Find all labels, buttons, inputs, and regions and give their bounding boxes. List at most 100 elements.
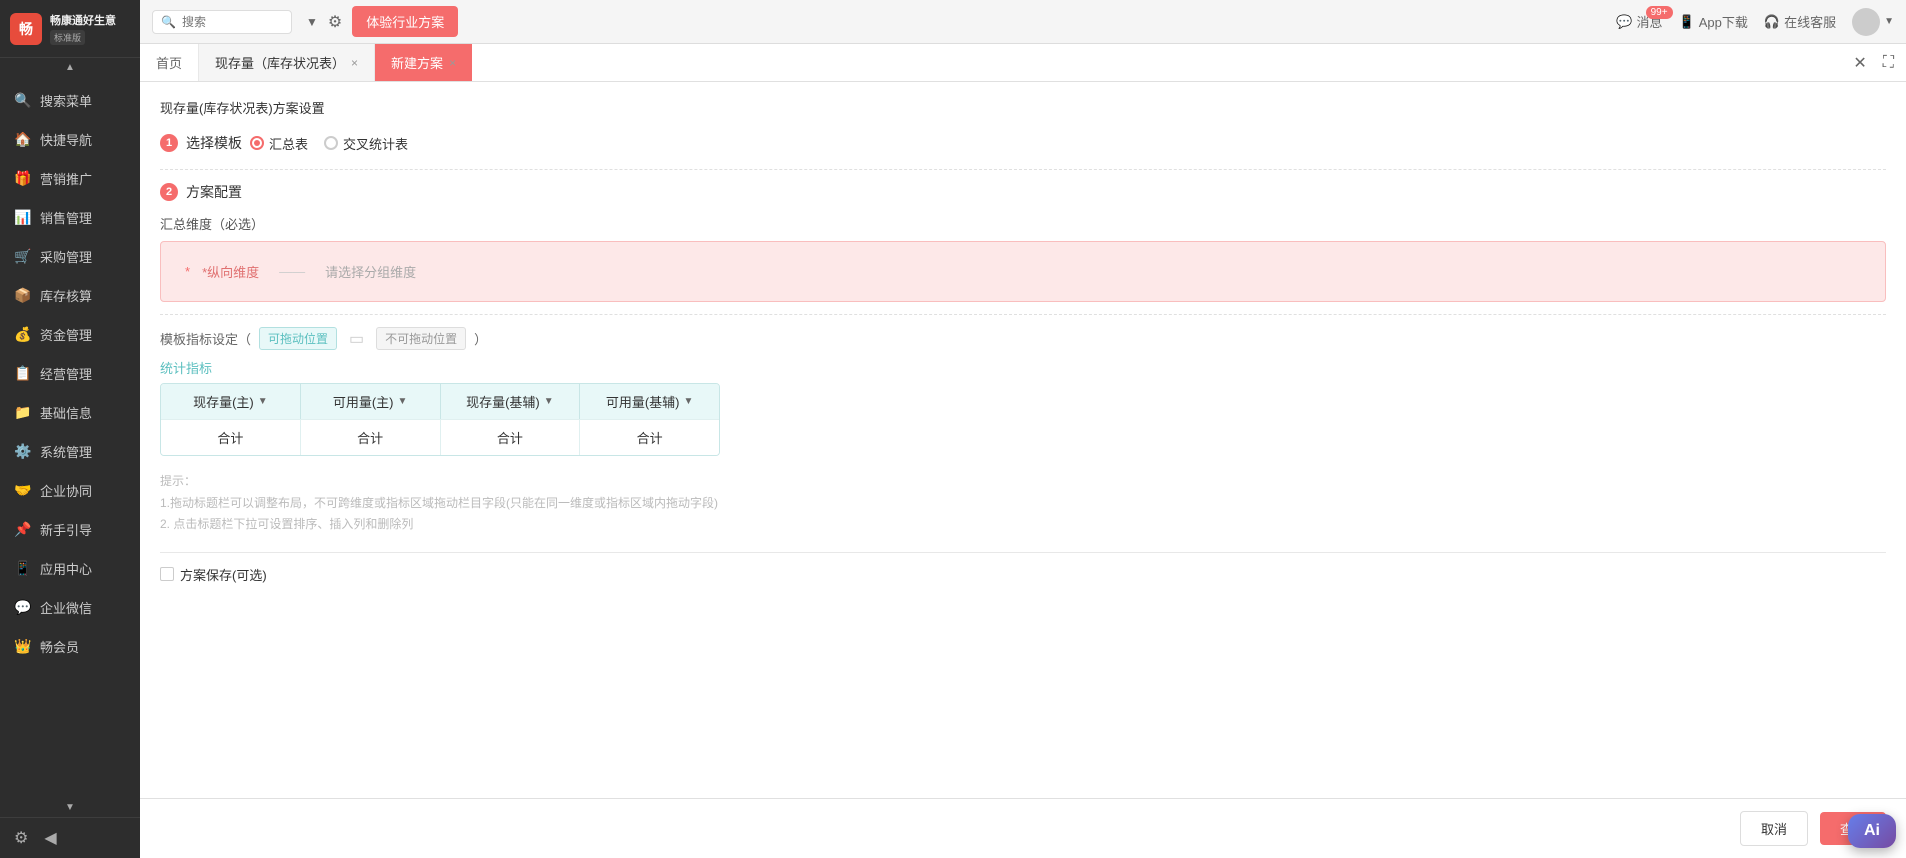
cell-1: 合计: [301, 420, 441, 455]
tip-2: 2. 点击标题栏下拉可设置排序、插入列和删除列: [160, 514, 1886, 536]
sidebar-item-label: 营销推广: [40, 169, 92, 188]
sidebar-item-members[interactable]: 👑 畅会员: [0, 627, 140, 666]
sidebar-item-label: 基础信息: [40, 403, 92, 422]
search-dropdown-icon[interactable]: ▼: [306, 15, 318, 29]
sidebar-item-search-menu[interactable]: 🔍 搜索菜单: [0, 81, 140, 120]
tab-inventory-close[interactable]: ×: [351, 56, 358, 70]
sidebar-scroll-down[interactable]: ▼: [0, 798, 140, 817]
cart-icon: 🛒: [14, 248, 32, 265]
section2-label: 方案配置: [186, 182, 242, 202]
search-icon: 🔍: [14, 92, 32, 109]
page-title: 现存量(库存状况表)方案设置: [160, 98, 1886, 117]
search-box[interactable]: 🔍: [152, 10, 292, 34]
section2-num: 2: [160, 183, 178, 201]
non-draggable-tag: 不可拖动位置: [376, 327, 466, 350]
sidebar-item-app-center[interactable]: 📱 应用中心: [0, 549, 140, 588]
col-2-label: 现存量(基辅): [466, 392, 540, 411]
settings-footer-icon[interactable]: ⚙: [14, 828, 28, 848]
divider-2: [160, 314, 1886, 315]
sidebar-item-system[interactable]: ⚙️ 系统管理: [0, 432, 140, 471]
required-star: *: [185, 264, 190, 279]
tab-home[interactable]: 首页: [140, 44, 199, 81]
sidebar-item-purchase[interactable]: 🛒 采购管理: [0, 237, 140, 276]
col-1-chevron: ▼: [398, 396, 408, 407]
app-download-button[interactable]: 📱 App下载: [1679, 12, 1748, 31]
indicator-sep: ▭: [349, 329, 364, 349]
sidebar-item-label: 系统管理: [40, 442, 92, 461]
window-close-button[interactable]: ✕: [1849, 49, 1870, 77]
tab-inventory[interactable]: 现存量（库存状况表） ×: [199, 44, 375, 81]
tabs-window-controls: ✕ ⛶: [1849, 49, 1906, 77]
sidebar-item-label: 企业微信: [40, 598, 92, 617]
radio-circle-cross: [324, 136, 338, 150]
sidebar-item-quick-nav[interactable]: 🏠 快捷导航: [0, 120, 140, 159]
indicator-settings: 模板指标设定（ 可拖动位置 ▭ 不可拖动位置 ） 统计指标 现存量(主) ▼: [160, 327, 1886, 459]
section1-num: 1: [160, 134, 178, 152]
messages-button[interactable]: 💬 消息 99+: [1616, 12, 1662, 31]
sidebar-item-sales[interactable]: 📊 销售管理: [0, 198, 140, 237]
sidebar-item-basic-info[interactable]: 📁 基础信息: [0, 393, 140, 432]
save-checkbox[interactable]: [160, 567, 174, 581]
sidebar-item-operations[interactable]: 📋 经营管理: [0, 354, 140, 393]
app-download-label: App下载: [1699, 12, 1748, 31]
col-header-3[interactable]: 可用量(基辅) ▼: [580, 384, 719, 419]
sidebar-item-label: 经营管理: [40, 364, 92, 383]
gift-icon: 🎁: [14, 170, 32, 187]
sidebar-item-label: 库存核算: [40, 286, 92, 305]
col-2-chevron: ▼: [544, 396, 554, 407]
save-checkbox-area: 方案保存(可选): [160, 552, 1886, 596]
radio-cross[interactable]: 交叉统计表: [324, 134, 408, 153]
search-input[interactable]: [182, 15, 283, 29]
message-icon: 💬: [1616, 14, 1632, 30]
sidebar-item-label: 企业协同: [40, 481, 92, 500]
sidebar-scroll-up[interactable]: ▲: [0, 58, 140, 77]
sidebar-item-enterprise-wx[interactable]: 💬 企业微信: [0, 588, 140, 627]
tab-new-plan-close[interactable]: ×: [449, 56, 456, 70]
dimension-select-area[interactable]: * *纵向维度 —— 请选择分组维度: [160, 241, 1886, 302]
ai-float-button[interactable]: Ai: [1848, 814, 1896, 848]
radio-dot-summary: [254, 140, 260, 146]
sidebar-item-new-guide[interactable]: 📌 新手引导: [0, 510, 140, 549]
user-avatar[interactable]: ▼: [1852, 8, 1894, 36]
sidebar-item-enterprise[interactable]: 🤝 企业协同: [0, 471, 140, 510]
section1-label: 选择模板: [186, 133, 242, 153]
col-3-chevron: ▼: [684, 396, 694, 407]
save-option-label: 方案保存(可选): [180, 565, 267, 584]
summary-dimension-label: 汇总维度（必选）: [160, 214, 1886, 233]
handshake-icon: 🤝: [14, 482, 32, 499]
main-content: 现存量(库存状况表)方案设置 1 选择模板 汇总表: [140, 82, 1906, 798]
indicator-settings-suffix: ）: [474, 329, 487, 348]
sales-icon: 📊: [14, 209, 32, 226]
logo-text: 畅康通好生意 标准版: [50, 12, 116, 45]
window-expand-button[interactable]: ⛶: [1879, 50, 1898, 76]
guide-icon: 📌: [14, 521, 32, 538]
tab-inventory-label: 现存量（库存状况表）: [215, 53, 345, 72]
trial-industry-button[interactable]: 体验行业方案: [352, 6, 458, 37]
stats-table: 现存量(主) ▼ 可用量(主) ▼ 现存量(基辅) ▼: [160, 383, 720, 456]
radio-summary[interactable]: 汇总表: [250, 134, 308, 153]
vertical-dim-label: *纵向维度: [202, 262, 259, 281]
indicator-settings-label: 模板指标设定（ 可拖动位置 ▭ 不可拖动位置 ）: [160, 327, 1886, 350]
folder-icon: 📁: [14, 404, 32, 421]
template-radio-group: 汇总表 交叉统计表: [250, 134, 408, 153]
col-header-0[interactable]: 现存量(主) ▼: [161, 384, 301, 419]
online-service-button[interactable]: 🎧 在线客服: [1764, 12, 1836, 31]
audio-footer-icon[interactable]: ◀: [44, 828, 56, 848]
sidebar-item-label: 应用中心: [40, 559, 92, 578]
col-header-2[interactable]: 现存量(基辅) ▼: [441, 384, 581, 419]
cancel-button[interactable]: 取消: [1740, 811, 1808, 846]
col-header-1[interactable]: 可用量(主) ▼: [301, 384, 441, 419]
topbar: 🔍 ▼ ⚙ 体验行业方案 💬 消息 99+ 📱 App下载 🎧 在线客服 ▼: [140, 0, 1906, 44]
settings-icon[interactable]: ⚙: [328, 12, 342, 32]
topbar-right: 💬 消息 99+ 📱 App下载 🎧 在线客服 ▼: [1616, 8, 1894, 36]
sidebar: 畅 畅康通好生意 标准版 ▲ 🔍 搜索菜单 🏠 快捷导航 🎁 营销推广 📊 销售…: [0, 0, 140, 858]
avatar-img: [1852, 8, 1880, 36]
sidebar-item-finance[interactable]: 💰 资金管理: [0, 315, 140, 354]
sidebar-item-inventory[interactable]: 📦 库存核算: [0, 276, 140, 315]
tip-1: 1.拖动标题栏可以调整布局，不可跨维度或指标区域拖动栏目字段(只能在同一维度或指…: [160, 493, 1886, 515]
sidebar-item-label: 快捷导航: [40, 130, 92, 149]
tab-new-plan[interactable]: 新建方案 ×: [375, 44, 472, 81]
sidebar-item-marketing[interactable]: 🎁 营销推广: [0, 159, 140, 198]
sidebar-item-label: 搜索菜单: [40, 91, 92, 110]
service-label: 在线客服: [1784, 12, 1836, 31]
